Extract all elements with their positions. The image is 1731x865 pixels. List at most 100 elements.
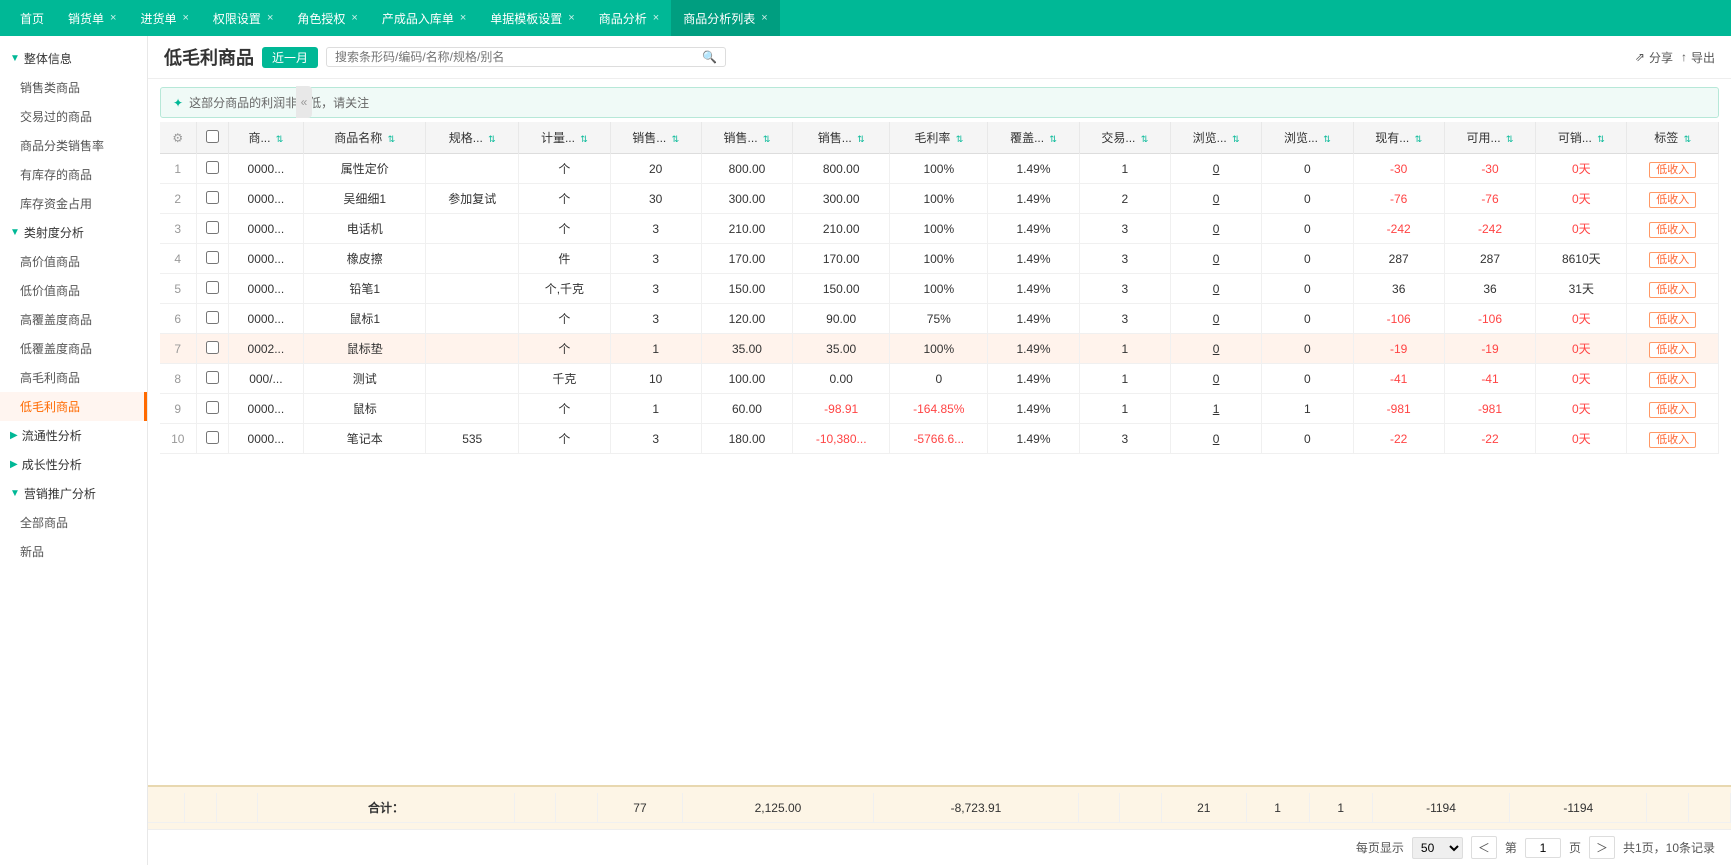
row-browse1[interactable]: 0	[1170, 274, 1261, 304]
sidebar-item-all-products[interactable]: 全部商品	[0, 508, 147, 537]
nav-product-inbound[interactable]: 产成品入库单 ×	[370, 0, 478, 36]
sidebar-item-new-products[interactable]: 新品	[0, 537, 147, 566]
nav-sales-order[interactable]: 销货单 ×	[56, 0, 128, 36]
nav-close-icon[interactable]: ×	[568, 12, 574, 24]
row-checkbox[interactable]	[206, 371, 219, 384]
sidebar-item-category-sales-rate[interactable]: 商品分类销售率	[0, 131, 147, 160]
nav-product-analysis-list[interactable]: 商品分析列表 ×	[671, 0, 779, 36]
column-coverage[interactable]: 覆盖... ⇅	[988, 122, 1079, 154]
sidebar-item-inventory-capital[interactable]: 库存资金占用	[0, 189, 147, 218]
sidebar-group-marketing[interactable]: ▼ 营销推广分析	[0, 479, 147, 508]
nav-permission[interactable]: 权限设置 ×	[201, 0, 285, 36]
gear-icon[interactable]: ⚙	[172, 131, 183, 145]
export-button[interactable]: ↑ 导出	[1681, 49, 1715, 66]
row-checkbox-cell[interactable]	[196, 244, 228, 274]
row-checkbox-cell[interactable]	[196, 364, 228, 394]
row-checkbox-cell[interactable]	[196, 424, 228, 454]
column-current[interactable]: 现有... ⇅	[1353, 122, 1444, 154]
sidebar-group-growth[interactable]: ▶ 成长性分析	[0, 450, 147, 479]
column-browse2[interactable]: 浏览... ⇅	[1262, 122, 1353, 154]
row-checkbox-cell[interactable]	[196, 154, 228, 184]
nav-close-icon[interactable]: ×	[460, 12, 466, 24]
column-tag[interactable]: 标签 ⇅	[1627, 122, 1719, 154]
row-checkbox[interactable]	[206, 281, 219, 294]
column-sales-amount[interactable]: 销售... ⇅	[701, 122, 792, 154]
row-sales-amount: 120.00	[701, 304, 792, 334]
row-checkbox-cell[interactable]	[196, 394, 228, 424]
row-checkbox[interactable]	[206, 401, 219, 414]
row-browse1[interactable]: 0	[1170, 334, 1261, 364]
row-browse1[interactable]: 0	[1170, 424, 1261, 454]
column-sellable[interactable]: 可销... ⇅	[1536, 122, 1627, 154]
nav-close-icon[interactable]: ×	[761, 12, 767, 24]
sidebar-item-sales-products[interactable]: 销售类商品	[0, 73, 147, 102]
column-browse1[interactable]: 浏览... ⇅	[1170, 122, 1261, 154]
share-button[interactable]: ⇗ 分享	[1635, 49, 1673, 66]
sidebar-group-category[interactable]: ▼ 类射度分析	[0, 218, 147, 247]
per-page-select[interactable]: 50 20 100	[1412, 837, 1463, 859]
search-icon[interactable]: 🔍	[702, 50, 717, 64]
row-checkbox-cell[interactable]	[196, 184, 228, 214]
row-checkbox-cell[interactable]	[196, 214, 228, 244]
row-browse1[interactable]: 1	[1170, 394, 1261, 424]
column-sales-profit[interactable]: 销售... ⇅	[793, 122, 890, 154]
column-available[interactable]: 可用... ⇅	[1444, 122, 1535, 154]
column-code[interactable]: 商... ⇅	[228, 122, 304, 154]
column-sales-qty[interactable]: 销售... ⇅	[610, 122, 701, 154]
row-checkbox[interactable]	[206, 341, 219, 354]
column-gross-margin[interactable]: 毛利率 ⇅	[890, 122, 988, 154]
column-gear[interactable]: ⚙	[160, 122, 196, 154]
nav-home[interactable]: 首页	[8, 0, 56, 36]
row-browse1[interactable]: 0	[1170, 184, 1261, 214]
total-pages-label: 共1页，10条记录	[1623, 839, 1715, 856]
row-checkbox[interactable]	[206, 191, 219, 204]
row-browse1[interactable]: 0	[1170, 304, 1261, 334]
nav-close-icon[interactable]: ×	[110, 12, 116, 24]
sidebar-item-traded-products[interactable]: 交易过的商品	[0, 102, 147, 131]
select-all-checkbox[interactable]	[206, 130, 219, 143]
nav-product-analysis[interactable]: 商品分析 ×	[587, 0, 671, 36]
column-unit[interactable]: 计量... ⇅	[519, 122, 610, 154]
nav-close-icon[interactable]: ×	[182, 12, 188, 24]
time-filter-button[interactable]: 近一月	[262, 47, 318, 68]
search-input[interactable]	[335, 50, 698, 64]
row-checkbox[interactable]	[206, 251, 219, 264]
row-browse1[interactable]: 0	[1170, 154, 1261, 184]
sidebar-item-high-coverage[interactable]: 高覆盖度商品	[0, 305, 147, 334]
row-name: 测试	[304, 364, 426, 394]
sidebar-group-overall[interactable]: ▼ 整体信息	[0, 44, 147, 73]
row-browse1[interactable]: 0	[1170, 214, 1261, 244]
sidebar-item-low-value[interactable]: 低价值商品	[0, 276, 147, 305]
column-checkbox[interactable]	[196, 122, 228, 154]
sidebar-item-stocked-products[interactable]: 有库存的商品	[0, 160, 147, 189]
next-page-button[interactable]: ＞	[1589, 836, 1615, 859]
nav-close-icon[interactable]: ×	[267, 12, 273, 24]
row-browse1[interactable]: 0	[1170, 244, 1261, 274]
column-name[interactable]: 商品名称 ⇅	[304, 122, 426, 154]
row-checkbox-cell[interactable]	[196, 334, 228, 364]
nav-template-setting[interactable]: 单据模板设置 ×	[478, 0, 586, 36]
sidebar-collapse-button[interactable]: «	[296, 86, 312, 118]
row-checkbox-cell[interactable]	[196, 304, 228, 334]
nav-purchase-order[interactable]: 进货单 ×	[128, 0, 200, 36]
sidebar-item-high-margin[interactable]: 高毛利商品	[0, 363, 147, 392]
nav-close-icon[interactable]: ×	[653, 12, 659, 24]
row-current: -242	[1353, 214, 1444, 244]
column-spec[interactable]: 规格... ⇅	[426, 122, 519, 154]
row-checkbox-cell[interactable]	[196, 274, 228, 304]
sidebar-item-low-margin[interactable]: 低毛利商品	[0, 392, 147, 421]
nav-close-icon[interactable]: ×	[351, 12, 357, 24]
row-checkbox[interactable]	[206, 161, 219, 174]
sidebar-item-low-coverage[interactable]: 低覆盖度商品	[0, 334, 147, 363]
sidebar-item-high-value[interactable]: 高价值商品	[0, 247, 147, 276]
nav-role-auth[interactable]: 角色授权 ×	[285, 0, 369, 36]
column-trade[interactable]: 交易... ⇅	[1079, 122, 1170, 154]
page-number-input[interactable]	[1525, 838, 1561, 858]
row-browse1[interactable]: 0	[1170, 364, 1261, 394]
row-checkbox[interactable]	[206, 221, 219, 234]
row-checkbox[interactable]	[206, 431, 219, 444]
sidebar-group-circulation[interactable]: ▶ 流通性分析	[0, 421, 147, 450]
row-gross-margin: 100%	[890, 334, 988, 364]
prev-page-button[interactable]: ＜	[1471, 836, 1497, 859]
row-checkbox[interactable]	[206, 311, 219, 324]
